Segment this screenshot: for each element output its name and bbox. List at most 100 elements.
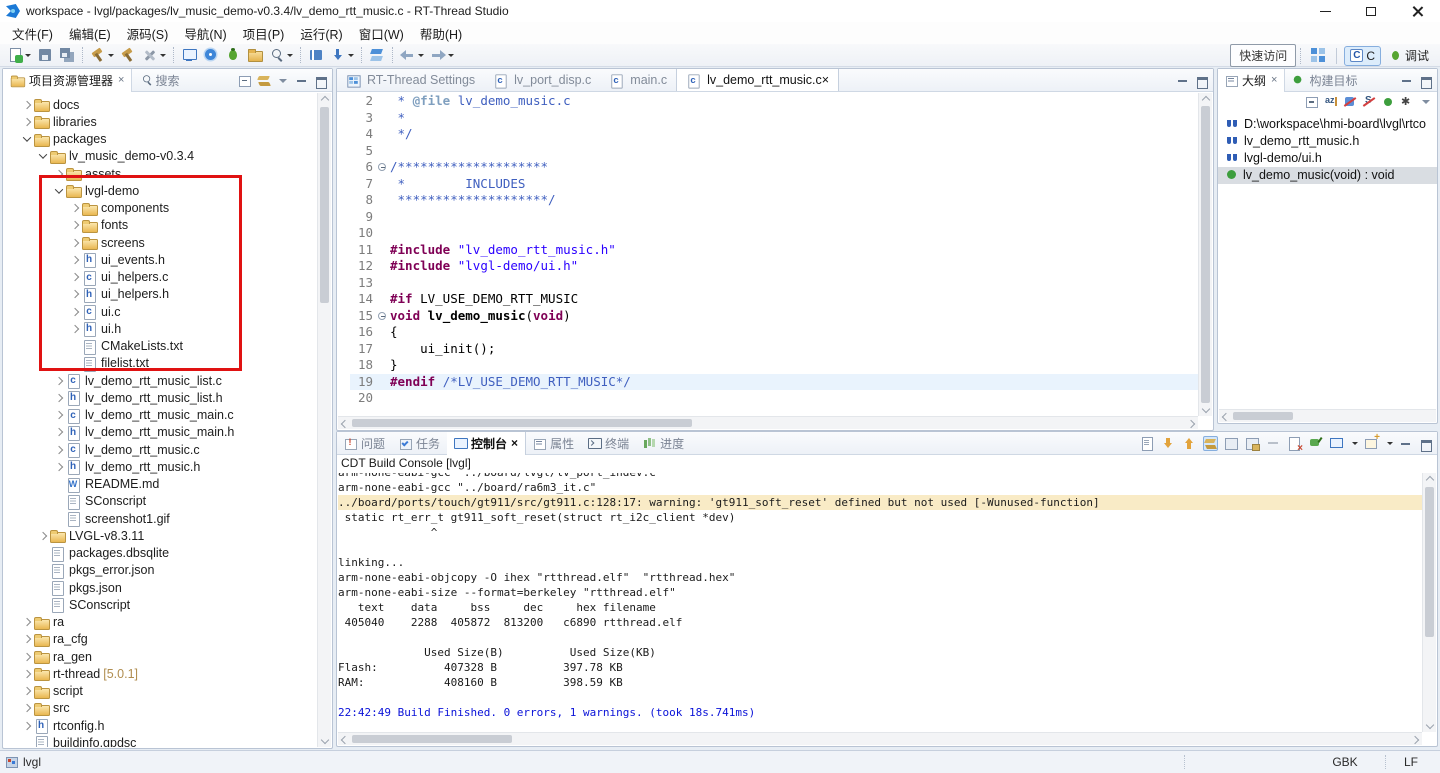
menu-item-7[interactable]: 窗口(W) <box>351 21 412 46</box>
tree-item[interactable]: libraries <box>4 113 317 130</box>
search-button[interactable] <box>267 45 295 65</box>
new-wizard-dropdown-icon[interactable] <box>25 53 31 57</box>
expand-twisty-icon[interactable] <box>22 721 32 730</box>
editor-tab-rt-thread-settings[interactable]: RT-Thread Settings <box>337 69 484 91</box>
tree-item[interactable]: README.md <box>4 476 317 493</box>
collapse-twisty-icon[interactable] <box>38 150 48 160</box>
menu-item-2[interactable]: 编辑(E) <box>61 21 119 46</box>
maximize-outline-icon[interactable] <box>1419 74 1433 89</box>
code-editor[interactable]: 2 * @file lv_demo_music.c 3 * 4 */5 6/*****… <box>338 93 1198 416</box>
collapse-all-icon[interactable] <box>238 74 252 88</box>
back-button[interactable] <box>398 45 426 65</box>
tab-project-explorer[interactable]: 项目资源管理器 × <box>3 68 133 92</box>
tree-item[interactable]: packages <box>4 131 317 148</box>
search-dropdown-icon[interactable] <box>287 53 293 57</box>
tree-item[interactable]: docs <box>4 96 317 113</box>
perspective-c-button[interactable]: C C <box>1344 45 1381 66</box>
tree-item[interactable]: pkgs_error.json <box>4 562 317 579</box>
tree-item[interactable]: lv_demo_rtt_music_main.h <box>4 424 317 441</box>
editor-tab-lv-port-disp-c[interactable]: lv_port_disp.c <box>484 69 600 91</box>
console-horizontal-scrollbar[interactable] <box>338 732 1422 745</box>
collapse-twisty-icon[interactable] <box>22 133 32 142</box>
tree-item[interactable]: lv_demo_rtt_music_main.c <box>4 407 317 424</box>
menu-item-8[interactable]: 帮助(H) <box>412 21 470 46</box>
expand-twisty-icon[interactable] <box>22 617 32 627</box>
debug-button[interactable] <box>223 45 243 65</box>
console-settings-icon[interactable] <box>1140 436 1155 451</box>
quick-access-button[interactable]: 快速访问 <box>1230 44 1297 67</box>
tree-item[interactable]: lv_demo_rtt_music_list.h <box>4 389 317 407</box>
forward-button[interactable] <box>428 45 456 65</box>
expand-twisty-icon[interactable] <box>22 652 32 661</box>
expand-twisty-icon[interactable] <box>54 393 64 403</box>
build-settings-button[interactable] <box>140 45 168 65</box>
maximize-editor-icon[interactable] <box>1195 74 1209 89</box>
open-resource-button[interactable] <box>245 45 265 65</box>
clear-console-disabled-icon[interactable] <box>1266 436 1281 451</box>
tree-item[interactable]: ra_cfg <box>4 631 317 648</box>
stack-analysis-button[interactable] <box>367 45 387 65</box>
tree-item[interactable]: lv_demo_rtt_music.c <box>4 441 317 459</box>
tree-item[interactable]: buildinfo.gpdsc <box>4 734 317 747</box>
hide-static-members-icon[interactable] <box>1362 95 1376 109</box>
activate-on-output-icon[interactable] <box>1203 436 1218 451</box>
outline-item[interactable]: lv_demo_rtt_music.h <box>1218 132 1437 149</box>
close-window-button[interactable] <box>1394 0 1440 22</box>
tree-item[interactable]: packages.dbsqlite <box>4 545 317 562</box>
console-tab-5[interactable]: 终端 <box>581 432 636 455</box>
close-console-tab-button[interactable]: × <box>511 436 518 450</box>
console-vertical-scrollbar[interactable] <box>1422 473 1436 732</box>
console-tab-6[interactable]: 进度 <box>636 432 691 455</box>
tree-item[interactable]: rt-thread [5.0.1] <box>4 665 317 682</box>
tree-item[interactable]: lv_demo_rtt_music.h <box>4 458 317 476</box>
tree-item[interactable]: screenshot1.gif <box>4 510 317 528</box>
expand-twisty-icon[interactable] <box>22 686 32 696</box>
expand-twisty-icon[interactable] <box>22 669 32 679</box>
open-perspective-icon[interactable] <box>1311 48 1326 63</box>
outline-collapse-all-icon[interactable] <box>1305 95 1319 109</box>
expand-twisty-icon[interactable] <box>54 445 64 454</box>
close-editor-tab-button[interactable]: × <box>822 73 829 87</box>
minimize-outline-icon[interactable] <box>1400 74 1414 88</box>
word-wrap-icon[interactable] <box>1245 436 1260 451</box>
hide-fields-icon[interactable] <box>1343 95 1357 109</box>
editor-tab-lv-demo-rtt-music-c[interactable]: lv_demo_rtt_music.c× <box>676 69 840 91</box>
editor-vertical-scrollbar[interactable] <box>1198 93 1212 416</box>
maximize-window-button[interactable] <box>1348 0 1394 22</box>
tree-item[interactable]: lv_demo_rtt_music_list.c <box>4 372 317 390</box>
console-tab-2[interactable]: 任务 <box>392 432 447 455</box>
open-console-dropdown-icon[interactable] <box>1387 442 1393 445</box>
expand-twisty-icon[interactable] <box>54 410 64 420</box>
tree-item[interactable]: pkgs.json <box>4 579 317 597</box>
pin-console-icon[interactable] <box>1308 436 1323 451</box>
tree-item[interactable]: SConscript <box>4 493 317 510</box>
close-explorer-tab-button[interactable]: × <box>118 74 124 86</box>
sort-icon[interactable] <box>1324 95 1338 109</box>
hide-non-public-icon[interactable] <box>1381 95 1395 109</box>
new-wizard-button[interactable] <box>5 45 33 65</box>
expand-twisty-icon[interactable] <box>22 704 32 713</box>
expand-twisty-icon[interactable] <box>54 428 64 437</box>
explorer-vertical-scrollbar[interactable] <box>317 93 331 747</box>
menu-item-5[interactable]: 项目(P) <box>235 21 293 46</box>
maximize-console-icon[interactable] <box>1419 437 1433 452</box>
minimize-panel-icon[interactable] <box>295 74 309 88</box>
tree-item[interactable]: LVGL-v8.3.11 <box>4 527 317 544</box>
tree-item[interactable]: ra <box>4 614 317 631</box>
menu-item-6[interactable]: 运行(R) <box>292 21 350 46</box>
save-all-button[interactable] <box>57 45 77 65</box>
tab-search[interactable]: 搜索 <box>132 69 186 92</box>
minimize-window-button[interactable] <box>1302 0 1348 22</box>
expand-twisty-icon[interactable] <box>54 462 64 472</box>
expand-twisty-icon[interactable] <box>22 100 32 109</box>
minimize-editor-icon[interactable] <box>1176 74 1190 88</box>
hide-inactive-icon[interactable] <box>1400 95 1414 109</box>
clear-console-icon[interactable] <box>1287 436 1303 454</box>
build-button[interactable] <box>88 45 116 65</box>
terminal-monitor-button[interactable] <box>179 45 199 65</box>
menu-item-3[interactable]: 源码(S) <box>119 21 177 46</box>
tree-item[interactable]: rtconfig.h <box>4 717 317 735</box>
outline-view-menu-icon[interactable] <box>1419 95 1433 109</box>
previous-annotation-icon[interactable] <box>1182 436 1197 451</box>
save-button[interactable] <box>35 45 55 65</box>
